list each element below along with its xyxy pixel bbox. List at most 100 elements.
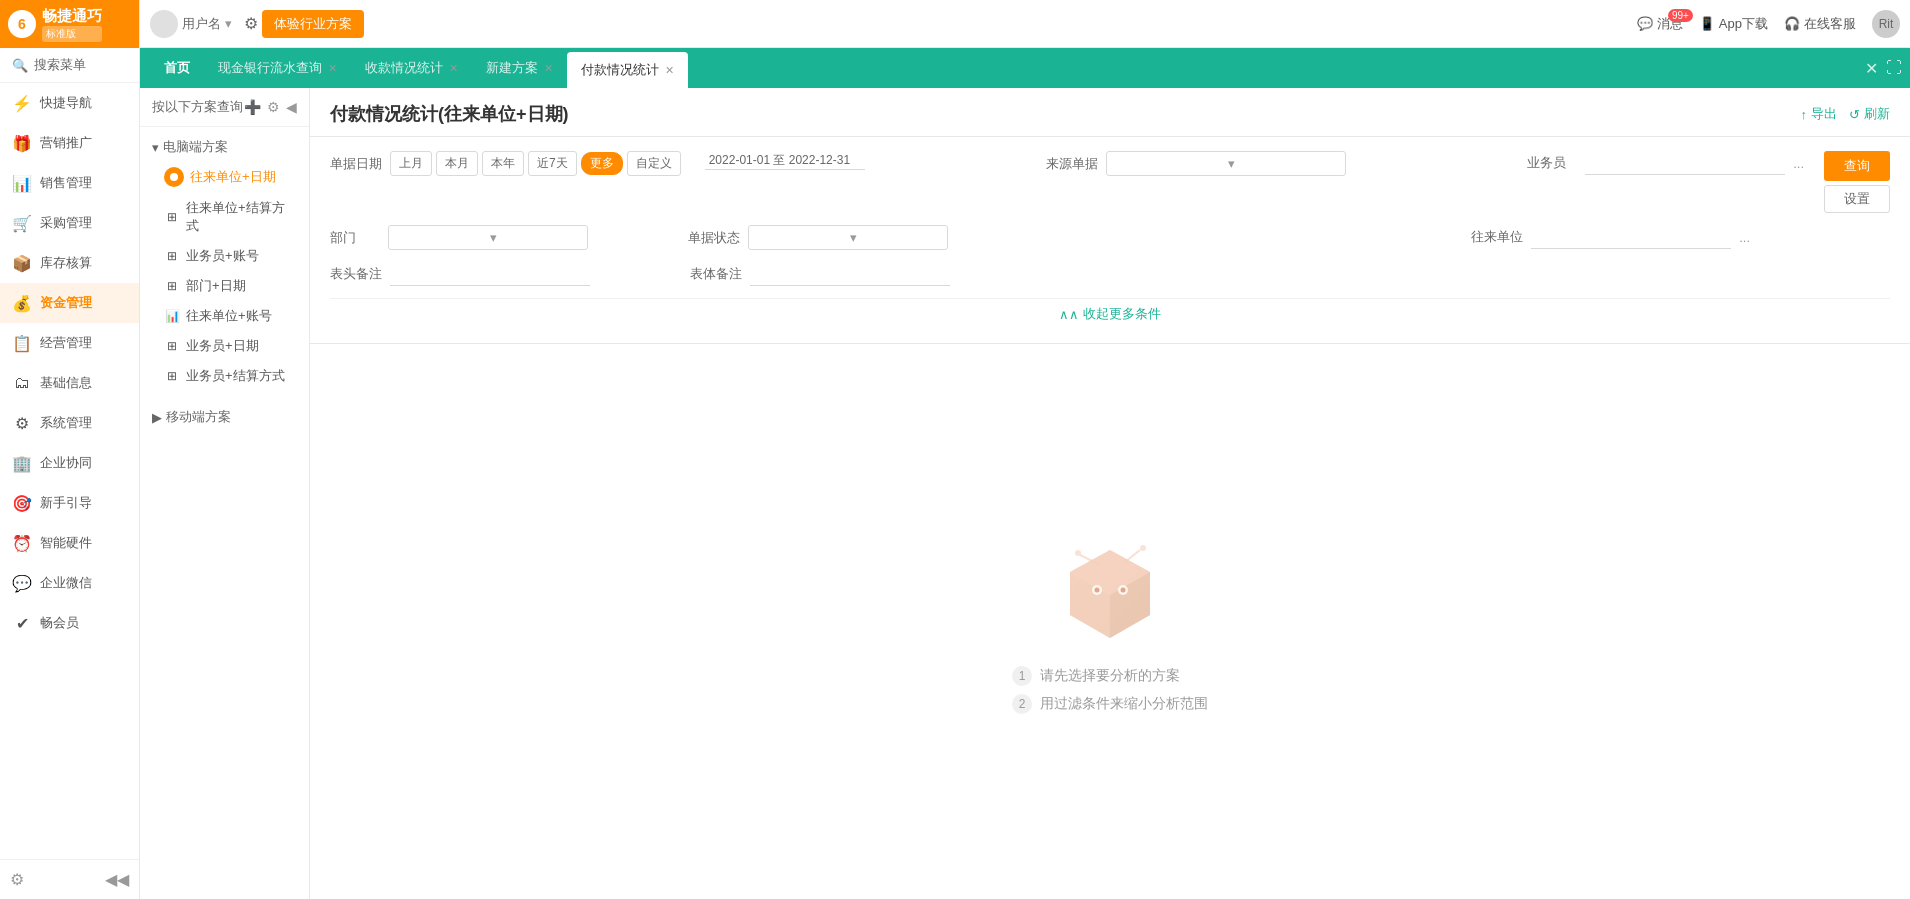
sidebar-item-enterprise[interactable]: 🏢 企业协同 bbox=[0, 443, 139, 483]
sidebar-item-label: 新手引导 bbox=[40, 494, 92, 512]
tab-new-scheme[interactable]: 新建方案 ✕ bbox=[472, 48, 567, 88]
sidebar-item-label: 经营管理 bbox=[40, 334, 92, 352]
nav-settings-icon[interactable]: ⚙ bbox=[244, 14, 258, 33]
export-btn[interactable]: ↑ 导出 bbox=[1801, 105, 1838, 123]
sidebar-item-member[interactable]: ✔ 畅会员 bbox=[0, 603, 139, 643]
empty-illustration bbox=[1050, 530, 1170, 650]
status-select[interactable]: ▾ bbox=[748, 225, 948, 250]
salesman-group: 业务员 ... bbox=[1527, 151, 1804, 175]
sidebar-item-system[interactable]: ⚙ 系统管理 bbox=[0, 403, 139, 443]
counterpart-input[interactable] bbox=[1531, 225, 1731, 249]
table-icon: ⊞ bbox=[164, 368, 180, 384]
sidebar-item-guide[interactable]: 🎯 新手引导 bbox=[0, 483, 139, 523]
mobile-group-header[interactable]: ▶ 移动端方案 bbox=[140, 403, 309, 431]
tab-home-label: 首页 bbox=[164, 59, 190, 77]
date-btn-more[interactable]: 更多 bbox=[581, 152, 623, 175]
settings-filter-btn[interactable]: 设置 bbox=[1824, 185, 1890, 213]
group-label: 电脑端方案 bbox=[163, 138, 228, 156]
counterpart-group: 往来单位 ... bbox=[1471, 225, 1750, 249]
svg-point-11 bbox=[1075, 550, 1081, 556]
empty-tips: 1 请先选择要分析的方案 2 用过滤条件来缩小分析范围 bbox=[1012, 666, 1208, 714]
scheme-item-counterpart-account[interactable]: 📊 往来单位+账号 bbox=[140, 301, 309, 331]
tab-cash-flow[interactable]: 现金银行流水查询 ✕ bbox=[204, 48, 351, 88]
tab-maximize-icon[interactable]: ⛶ bbox=[1886, 59, 1902, 77]
marketing-icon: 🎁 bbox=[12, 133, 32, 153]
tip-num-1: 1 bbox=[1012, 666, 1032, 686]
message-btn[interactable]: 💬 消息 99+ bbox=[1637, 15, 1683, 33]
collapse-scheme-btn[interactable]: ◀ bbox=[286, 99, 297, 115]
quick-nav-icon: ⚡ bbox=[12, 93, 32, 113]
scheme-item-label: 往来单位+日期 bbox=[190, 168, 276, 186]
header-note-input[interactable] bbox=[390, 262, 590, 286]
body-note-input[interactable] bbox=[750, 262, 950, 286]
filter-row-2: 部门 ▾ 单据状态 ▾ bbox=[330, 225, 1890, 250]
collapse-filter-btn[interactable]: ∧∧ 收起更多条件 bbox=[330, 298, 1890, 329]
source-select[interactable]: ▾ bbox=[1106, 151, 1346, 176]
scheme-item-counterpart-date[interactable]: 往来单位+日期 bbox=[140, 161, 309, 193]
tab-close-receivable[interactable]: ✕ bbox=[449, 62, 458, 75]
scheme-panel-header: 按以下方案查询 ➕ ⚙ ◀ bbox=[140, 88, 309, 127]
top-nav-bar: 用户名 ▾ ⚙ 体验行业方案 💬 消息 99+ 📱 App下载 🎧 在线客服 R… bbox=[140, 0, 1910, 48]
scheme-item-salesman-settle[interactable]: ⊞ 业务员+结算方式 bbox=[140, 361, 309, 391]
collapse-sidebar-icon[interactable]: ◀◀ bbox=[105, 870, 129, 889]
body-note-group: 表体备注 bbox=[690, 262, 950, 286]
tab-receivable[interactable]: 收款情况统计 ✕ bbox=[351, 48, 472, 88]
scheme-item-dept-date[interactable]: ⊞ 部门+日期 bbox=[140, 271, 309, 301]
service-btn[interactable]: 🎧 在线客服 bbox=[1784, 15, 1856, 33]
settings-footer-icon[interactable]: ⚙ bbox=[10, 870, 24, 889]
refresh-btn[interactable]: ↺ 刷新 bbox=[1849, 105, 1890, 123]
sidebar-item-basic[interactable]: 🗂 基础信息 bbox=[0, 363, 139, 403]
dept-select[interactable]: ▾ bbox=[388, 225, 588, 250]
sidebar-item-marketing[interactable]: 🎁 营销推广 bbox=[0, 123, 139, 163]
source-select-arrow-icon: ▾ bbox=[1228, 156, 1335, 171]
sidebar-item-inventory[interactable]: 📦 库存核算 bbox=[0, 243, 139, 283]
scheme-item-salesman-date[interactable]: ⊞ 业务员+日期 bbox=[140, 331, 309, 361]
query-btn[interactable]: 查询 bbox=[1824, 151, 1890, 181]
trial-btn[interactable]: 体验行业方案 bbox=[262, 10, 364, 38]
add-scheme-btn[interactable]: ➕ bbox=[244, 99, 261, 115]
sidebar-item-quick-nav[interactable]: ⚡ 快捷导航 bbox=[0, 83, 139, 123]
scheme-item-counterpart-settle[interactable]: ⊞ 往来单位+结算方式 bbox=[140, 193, 309, 241]
date-btn-last-month[interactable]: 上月 bbox=[390, 151, 432, 176]
salesman-more-icon[interactable]: ... bbox=[1793, 156, 1804, 171]
desktop-group-header[interactable]: ▾ 电脑端方案 bbox=[140, 133, 309, 161]
tab-home[interactable]: 首页 bbox=[150, 48, 204, 88]
date-btn-this-year[interactable]: 本年 bbox=[482, 151, 524, 176]
tab-close-cash-flow[interactable]: ✕ bbox=[328, 62, 337, 75]
sidebar-item-hardware[interactable]: ⏰ 智能硬件 bbox=[0, 523, 139, 563]
date-btn-custom[interactable]: 自定义 bbox=[627, 151, 681, 176]
tab-close-new-scheme[interactable]: ✕ bbox=[544, 62, 553, 75]
guide-icon: 🎯 bbox=[12, 493, 32, 513]
purchase-icon: 🛒 bbox=[12, 213, 32, 233]
scheme-item-label: 业务员+日期 bbox=[186, 337, 259, 355]
salesman-input[interactable] bbox=[1585, 151, 1785, 175]
date-btn-7days[interactable]: 近7天 bbox=[528, 151, 577, 176]
refresh-label: 刷新 bbox=[1864, 105, 1890, 123]
empty-tip-2: 2 用过滤条件来缩小分析范围 bbox=[1012, 694, 1208, 714]
sidebar-item-operation[interactable]: 📋 经营管理 bbox=[0, 323, 139, 363]
sidebar-item-sales[interactable]: 📊 销售管理 bbox=[0, 163, 139, 203]
scheme-item-label: 往来单位+结算方式 bbox=[186, 199, 297, 235]
scheme-settings-btn[interactable]: ⚙ bbox=[267, 99, 280, 115]
tab-payment-stat[interactable]: 付款情况统计 ✕ bbox=[567, 52, 688, 88]
sidebar-item-finance[interactable]: 💰 资金管理 bbox=[0, 283, 139, 323]
nav-avatar bbox=[150, 10, 178, 38]
user-avatar[interactable]: Rit bbox=[1872, 10, 1900, 38]
inventory-icon: 📦 bbox=[12, 253, 32, 273]
scheme-item-salesman-account[interactable]: ⊞ 业务员+账号 bbox=[140, 241, 309, 271]
search-menu-item[interactable]: 🔍 搜索菜单 bbox=[0, 48, 139, 83]
app-download-btn[interactable]: 📱 App下载 bbox=[1699, 15, 1768, 33]
table-icon: ⊞ bbox=[164, 248, 180, 264]
nav-dropdown-icon[interactable]: ▾ bbox=[225, 16, 232, 31]
tab-close-all-icon[interactable]: ✕ bbox=[1865, 59, 1878, 78]
sidebar-item-purchase[interactable]: 🛒 采购管理 bbox=[0, 203, 139, 243]
table-icon: ⊞ bbox=[164, 338, 180, 354]
tip-text-1: 请先选择要分析的方案 bbox=[1040, 667, 1180, 685]
tab-label: 新建方案 bbox=[486, 59, 538, 77]
sidebar-item-label: 企业微信 bbox=[40, 574, 92, 592]
tab-close-payment-stat[interactable]: ✕ bbox=[665, 64, 674, 77]
sidebar-item-weixin[interactable]: 💬 企业微信 bbox=[0, 563, 139, 603]
date-range-input[interactable] bbox=[705, 151, 865, 170]
counterpart-more-icon[interactable]: ... bbox=[1739, 230, 1750, 245]
date-btn-this-month[interactable]: 本月 bbox=[436, 151, 478, 176]
